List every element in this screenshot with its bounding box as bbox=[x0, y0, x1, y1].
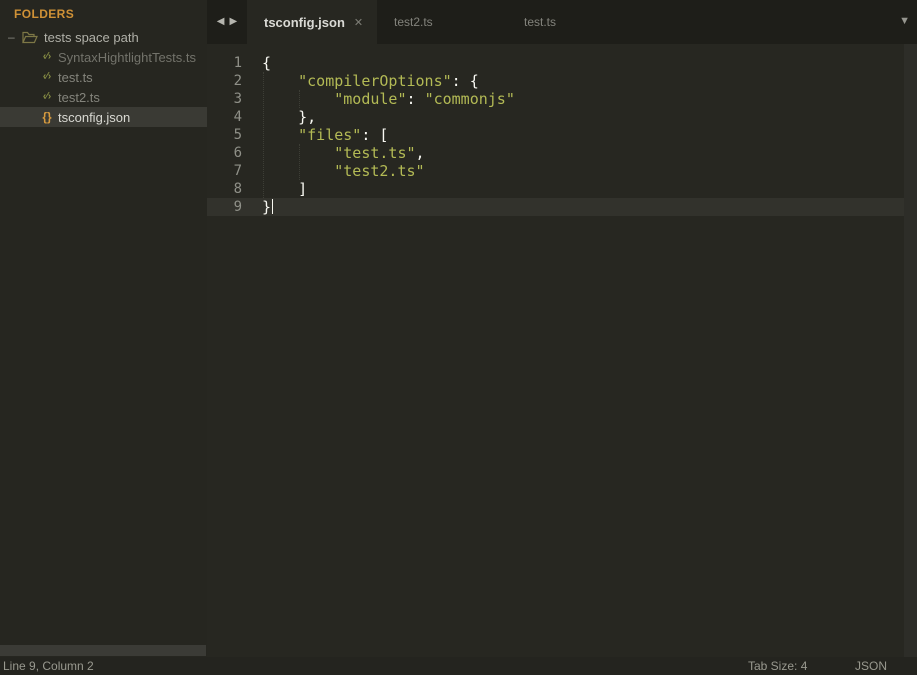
tab-bar: ◀ ▶ tsconfig.json ✕ test2.ts test.ts ▼ bbox=[207, 0, 917, 44]
editor-window: FOLDERS – tests space path ‹⁄› SyntaxHigh… bbox=[0, 0, 917, 675]
line-number: 5 bbox=[207, 126, 242, 144]
text-cursor bbox=[272, 199, 273, 214]
cursor-position-status: Line 9, Column 2 bbox=[3, 657, 94, 675]
tab-label: test2.ts bbox=[394, 15, 433, 29]
file-label: test.ts bbox=[58, 70, 93, 85]
code-editor[interactable]: 1{2 "compilerOptions": {3 "module": "com… bbox=[207, 44, 917, 657]
tab-label: test.ts bbox=[524, 15, 556, 29]
sidebar-item-folder[interactable]: – tests space path bbox=[0, 27, 207, 47]
tab-test2.ts[interactable]: test2.ts bbox=[377, 0, 507, 44]
folders-header: FOLDERS bbox=[14, 7, 74, 21]
braces-file-icon: {} bbox=[40, 107, 54, 127]
tab-label: tsconfig.json bbox=[264, 15, 345, 30]
code-line-8[interactable]: 8 ] bbox=[207, 180, 904, 198]
code-line-3[interactable]: 3 "module": "commonjs" bbox=[207, 90, 904, 108]
line-number: 8 bbox=[207, 180, 242, 198]
code-line-9[interactable]: 9} bbox=[207, 198, 904, 216]
tab-tsconfig.json[interactable]: tsconfig.json ✕ bbox=[247, 0, 377, 44]
code-line-4[interactable]: 4 }, bbox=[207, 108, 904, 126]
folder-label: tests space path bbox=[44, 30, 139, 45]
code-line-5[interactable]: 5 "files": [ bbox=[207, 126, 904, 144]
code-text: } bbox=[242, 198, 273, 216]
code-text: ] bbox=[242, 180, 307, 198]
line-number: 1 bbox=[207, 54, 242, 72]
sidebar-item-test.ts[interactable]: ‹⁄› test.ts bbox=[0, 67, 207, 87]
ts-file-icon: ‹⁄› bbox=[40, 47, 54, 67]
tab-overflow-icon[interactable]: ▼ bbox=[899, 15, 910, 27]
file-tree: – tests space path ‹⁄› SyntaxHightlightTe… bbox=[0, 27, 207, 127]
folder-open-icon bbox=[22, 31, 38, 44]
file-label: tsconfig.json bbox=[58, 110, 130, 125]
code-line-7[interactable]: 7 "test2.ts" bbox=[207, 162, 904, 180]
ts-file-icon: ‹⁄› bbox=[40, 87, 54, 107]
code-text: { bbox=[242, 54, 271, 72]
sidebar-item-test2.ts[interactable]: ‹⁄› test2.ts bbox=[0, 87, 207, 107]
code-text: "compilerOptions": { bbox=[242, 72, 479, 90]
main-area: ◀ ▶ tsconfig.json ✕ test2.ts test.ts ▼ 1{2 … bbox=[207, 0, 917, 657]
tabs: tsconfig.json ✕ test2.ts test.ts bbox=[247, 0, 637, 44]
code-text: "test.ts", bbox=[242, 144, 425, 162]
line-number: 6 bbox=[207, 144, 242, 162]
editor-vertical-scrollbar[interactable] bbox=[904, 44, 917, 657]
tab-back-icon[interactable]: ◀ bbox=[217, 17, 225, 27]
code-text: }, bbox=[242, 108, 316, 126]
tab-forward-icon[interactable]: ▶ bbox=[230, 17, 238, 27]
sidebar-item-SyntaxHightlightTests.ts[interactable]: ‹⁄› SyntaxHightlightTests.ts bbox=[0, 47, 207, 67]
file-label: test2.ts bbox=[58, 90, 100, 105]
sidebar-horizontal-scrollbar[interactable] bbox=[0, 645, 206, 656]
status-bar: Line 9, Column 2 Tab Size: 4 JSON bbox=[0, 657, 917, 675]
line-number: 3 bbox=[207, 90, 242, 108]
close-icon[interactable]: ✕ bbox=[354, 16, 363, 29]
code-text: "module": "commonjs" bbox=[242, 90, 515, 108]
tab-test.ts[interactable]: test.ts bbox=[507, 0, 637, 44]
collapse-icon[interactable]: – bbox=[8, 27, 22, 47]
code-line-2[interactable]: 2 "compilerOptions": { bbox=[207, 72, 904, 90]
tab-nav-arrows: ◀ ▶ bbox=[207, 0, 247, 44]
syntax-status[interactable]: JSON bbox=[855, 657, 887, 675]
tab-size-status[interactable]: Tab Size: 4 bbox=[748, 657, 807, 675]
ts-file-icon: ‹⁄› bbox=[40, 67, 54, 87]
sidebar: FOLDERS – tests space path ‹⁄› SyntaxHigh… bbox=[0, 0, 207, 657]
code-text: "files": [ bbox=[242, 126, 388, 144]
line-number: 9 bbox=[207, 198, 242, 216]
code-line-1[interactable]: 1{ bbox=[207, 54, 904, 72]
sidebar-item-tsconfig.json[interactable]: {} tsconfig.json bbox=[0, 107, 207, 127]
line-number: 7 bbox=[207, 162, 242, 180]
line-number: 2 bbox=[207, 72, 242, 90]
editor-lines: 1{2 "compilerOptions": {3 "module": "com… bbox=[207, 54, 904, 216]
line-number: 4 bbox=[207, 108, 242, 126]
code-text: "test2.ts" bbox=[242, 162, 425, 180]
code-line-6[interactable]: 6 "test.ts", bbox=[207, 144, 904, 162]
file-label: SyntaxHightlightTests.ts bbox=[58, 50, 196, 65]
